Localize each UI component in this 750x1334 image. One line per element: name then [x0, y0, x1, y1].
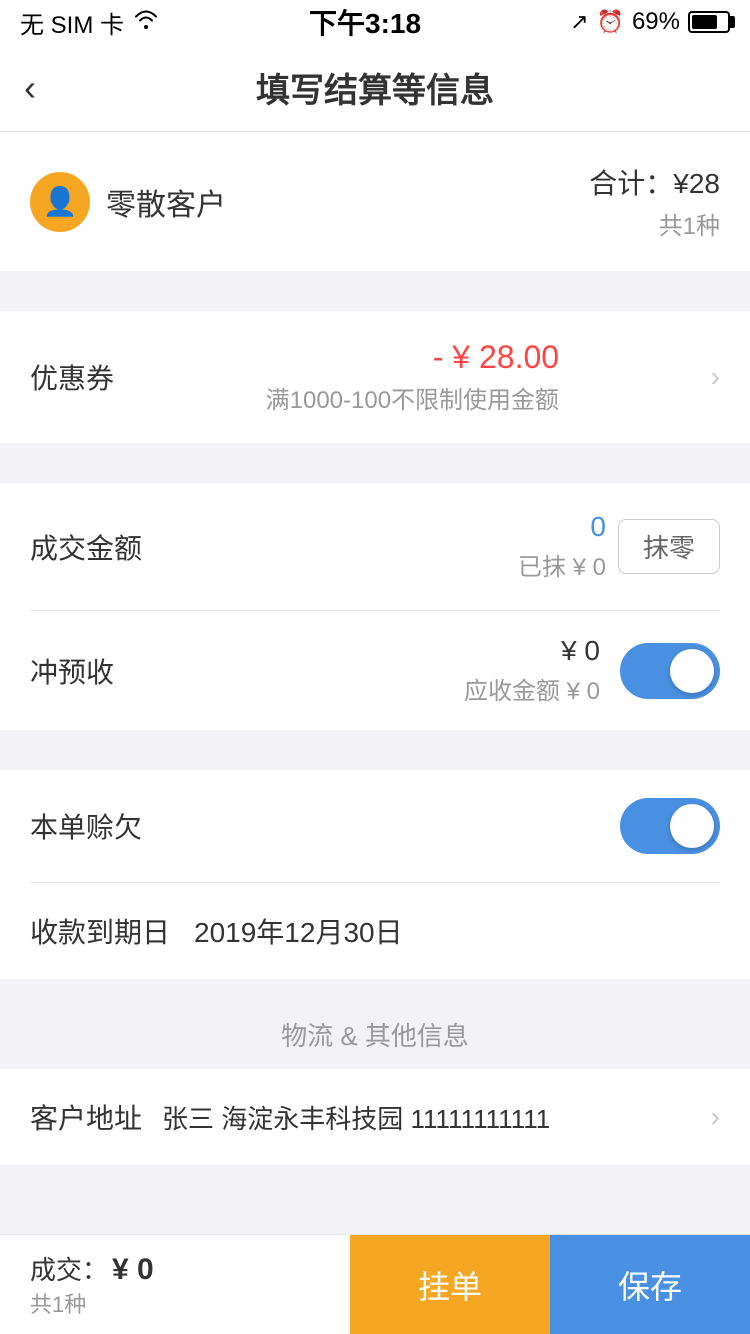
page-title: 填写结算等信息 — [256, 63, 494, 112]
total-count: 共1种 — [589, 206, 720, 241]
battery-percent: 69% — [632, 8, 680, 36]
customer-row: 👤 零散客户 合计：¥28 共1种 — [0, 132, 750, 271]
divider-1 — [0, 291, 750, 311]
logistics-label-text: 物流 & 其他信息 — [281, 1016, 469, 1053]
customer-right: 合计：¥28 共1种 — [589, 162, 720, 241]
address-row[interactable]: 客户地址 张三 海淀永丰科技园 11111111111 › — [0, 1069, 750, 1165]
avatar-icon: 👤 — [43, 185, 78, 218]
address-label: 客户地址 — [30, 1097, 142, 1137]
status-left: 无 SIM 卡 — [20, 5, 160, 40]
footer: 成交： ¥ 0 共1种 挂单 保存 — [0, 1234, 750, 1334]
deal-label: 成交金额 — [30, 527, 142, 567]
wifi-icon — [132, 9, 160, 35]
deal-right: 0 已抹 ¥ 0 抹零 — [518, 511, 720, 582]
debt-row: 本单赊欠 — [0, 770, 750, 882]
toggle-knob — [670, 649, 714, 693]
debt-toggle-knob — [670, 804, 714, 848]
due-date-label: 收款到期日 — [30, 911, 170, 951]
status-bar: 无 SIM 卡 下午3:18 ↗ ⏰ 69% — [0, 0, 750, 44]
customer-left: 👤 零散客户 — [30, 172, 226, 232]
alarm-icon: ⏰ — [597, 9, 624, 35]
prepay-toggle[interactable] — [620, 643, 720, 699]
coupon-label: 优惠券 — [30, 357, 114, 397]
footer-count: 共1种 — [30, 1287, 320, 1319]
prepay-label: 冲预收 — [30, 651, 114, 691]
main-content: 👤 零散客户 合计：¥28 共1种 优惠券 - ¥ 28.00 满1000-10… — [0, 132, 750, 1285]
location-icon: ↗ — [570, 9, 588, 35]
prepay-row: 冲预收 ¥ 0 应收金额 ¥ 0 — [0, 611, 750, 730]
footer-deal-amount: ¥ 0 — [112, 1253, 154, 1287]
deal-value: 0 — [518, 511, 606, 543]
status-time: 下午3:18 — [309, 2, 421, 42]
deal-subtext: 已抹 ¥ 0 — [518, 547, 606, 582]
due-date-value: 2019年12月30日 — [194, 911, 403, 951]
coupon-discount: - ¥ 28.00 — [266, 339, 559, 376]
divider-2 — [0, 463, 750, 483]
prepay-value-col: ¥ 0 应收金额 ¥ 0 — [464, 635, 600, 706]
deal-section: 成交金额 0 已抹 ¥ 0 抹零 冲预收 ¥ 0 应收金额 ¥ 0 — [0, 483, 750, 730]
debt-section: 本单赊欠 收款到期日 2019年12月30日 — [0, 770, 750, 979]
customer-avatar: 👤 — [30, 172, 90, 232]
coupon-subtext: 满1000-100不限制使用金额 — [266, 380, 559, 415]
customer-name: 零散客户 — [106, 180, 226, 224]
customer-section: 👤 零散客户 合计：¥28 共1种 — [0, 132, 750, 271]
carrier-text: 无 SIM 卡 — [20, 5, 124, 40]
hang-button[interactable]: 挂单 — [350, 1235, 550, 1334]
prepay-right: ¥ 0 应收金额 ¥ 0 — [464, 635, 720, 706]
divider-3 — [0, 750, 750, 770]
footer-deal-label: 成交： — [30, 1250, 108, 1287]
coupon-chevron: › — [711, 361, 720, 393]
prepay-subtext: 应收金额 ¥ 0 — [464, 671, 600, 706]
deal-value-col: 0 已抹 ¥ 0 — [518, 511, 606, 582]
logistics-section-label: 物流 & 其他信息 — [0, 999, 750, 1069]
coupon-right: - ¥ 28.00 满1000-100不限制使用金额 — [266, 339, 559, 415]
footer-deal-row: 成交： ¥ 0 — [30, 1250, 320, 1287]
address-section: 客户地址 张三 海淀永丰科技园 11111111111 › — [0, 1069, 750, 1165]
coupon-row[interactable]: 优惠券 - ¥ 28.00 满1000-100不限制使用金额 › — [0, 311, 750, 443]
battery-icon — [688, 11, 730, 33]
prepay-amount: ¥ 0 — [464, 635, 600, 667]
back-button[interactable]: ‹ — [24, 67, 36, 109]
save-button[interactable]: 保存 — [550, 1235, 750, 1334]
total-price: 合计：¥28 — [589, 162, 720, 202]
address-chevron: › — [711, 1101, 720, 1133]
footer-info: 成交： ¥ 0 共1种 — [0, 1235, 350, 1334]
debt-label: 本单赊欠 — [30, 806, 142, 846]
hang-button-label: 挂单 — [418, 1262, 482, 1308]
deal-row: 成交金额 0 已抹 ¥ 0 抹零 — [0, 483, 750, 610]
nav-bar: ‹ 填写结算等信息 — [0, 44, 750, 132]
address-value: 张三 海淀永丰科技园 11111111111 — [162, 1099, 711, 1136]
status-right: ↗ ⏰ 69% — [570, 8, 730, 36]
due-date-row: 收款到期日 2019年12月30日 — [0, 883, 750, 979]
debt-toggle[interactable] — [620, 798, 720, 854]
round-down-button[interactable]: 抹零 — [618, 519, 720, 574]
save-button-label: 保存 — [618, 1262, 682, 1308]
coupon-section: 优惠券 - ¥ 28.00 满1000-100不限制使用金额 › — [0, 311, 750, 443]
